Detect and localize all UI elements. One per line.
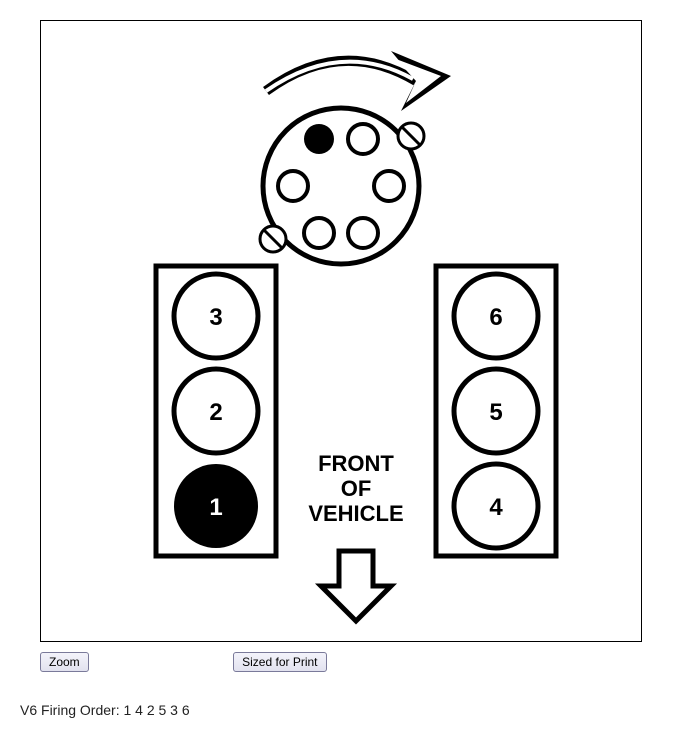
screw-icon: [398, 123, 424, 149]
distributor-terminal-5: [304, 218, 334, 248]
cylinder-number: 4: [489, 494, 503, 521]
sized-for-print-button[interactable]: Sized for Print: [233, 652, 326, 672]
cylinder-number: 6: [489, 304, 502, 331]
front-of-vehicle-label: FRONT OF VEHICLE: [308, 451, 403, 526]
distributor-terminal-6: [278, 171, 308, 201]
right-cylinder-bank: 6 5 4: [436, 266, 556, 556]
svg-text:OF: OF: [341, 476, 372, 501]
left-cylinder-bank: 3 2 1: [156, 266, 276, 556]
svg-text:VEHICLE: VEHICLE: [308, 501, 403, 526]
cylinder-number: 3: [209, 304, 222, 331]
zoom-button[interactable]: Zoom: [40, 652, 89, 672]
button-row: Zoom Sized for Print: [40, 652, 653, 672]
distributor-terminal-4: [348, 218, 378, 248]
svg-text:FRONT: FRONT: [318, 451, 394, 476]
rotation-arrow-icon: [266, 51, 451, 111]
cylinder-number: 1: [209, 494, 222, 521]
cylinder-number: 2: [209, 399, 222, 426]
firing-order-diagram: 3 2 1 6 5 4 FRONT OF VEHICLE: [40, 20, 642, 642]
cylinder-number: 5: [489, 399, 502, 426]
distributor-cap: [260, 108, 424, 264]
screw-icon: [260, 226, 286, 252]
distributor-terminal-1: [304, 124, 334, 154]
distributor-terminal-3: [374, 171, 404, 201]
distributor-terminal-2: [348, 124, 378, 154]
firing-order-caption: V6 Firing Order: 1 4 2 5 3 6: [20, 702, 673, 718]
down-arrow-icon: [321, 551, 391, 621]
